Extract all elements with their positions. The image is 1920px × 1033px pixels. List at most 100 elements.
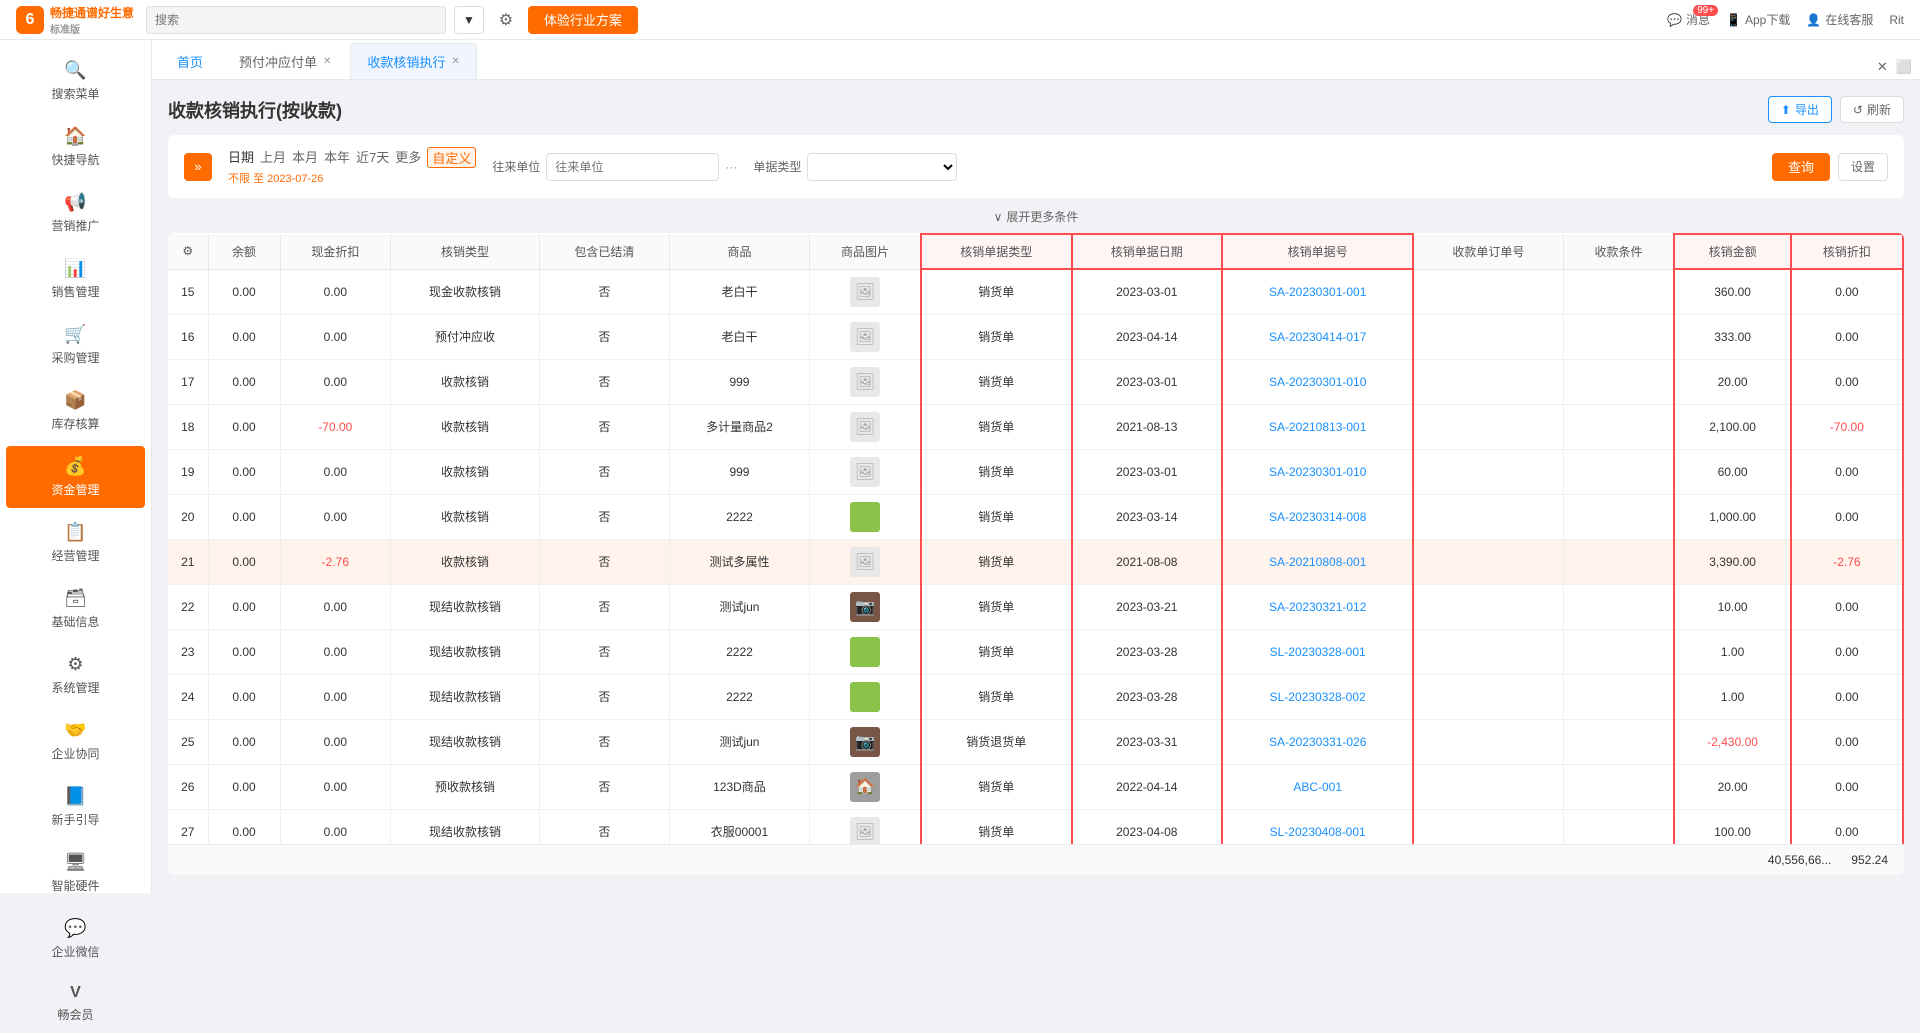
cell-bill-no[interactable]: SA-20210813-001 xyxy=(1222,404,1413,449)
tab-prepay-close[interactable]: ✕ xyxy=(323,56,331,67)
sidebar-item-system[interactable]: ⚙ 系统管理 xyxy=(6,644,145,706)
cell-bill-no[interactable]: SA-20230314-008 xyxy=(1222,494,1413,539)
date-7days[interactable]: 近7天 xyxy=(356,147,389,168)
user-name[interactable]: Rit xyxy=(1889,13,1904,27)
bill-no-link[interactable]: ABC-001 xyxy=(1293,780,1342,794)
query-btn[interactable]: 查询 xyxy=(1772,153,1830,181)
cell-bill-no[interactable]: SA-20230301-010 xyxy=(1222,449,1413,494)
cell-bill-no[interactable]: SA-20210808-001 xyxy=(1222,539,1413,584)
bill-no-link[interactable]: SA-20230301-010 xyxy=(1269,465,1366,479)
bill-no-link[interactable]: SA-20230331-026 xyxy=(1269,735,1366,749)
cell-amount: 10.00 xyxy=(1674,584,1790,629)
sidebar-item-inventory[interactable]: 📦 库存核算 xyxy=(6,380,145,442)
bill-no-link[interactable]: SA-20230301-010 xyxy=(1269,375,1366,389)
cell-discount: 0.00 xyxy=(1791,764,1903,809)
bill-no-link[interactable]: SA-20230414-017 xyxy=(1269,330,1366,344)
sidebar-item-hardware[interactable]: 🖥 智能硬件 xyxy=(6,842,145,904)
cell-receipt-order xyxy=(1413,359,1563,404)
cell-type: 现结收款核销 xyxy=(391,629,540,674)
table-row: 17 0.00 0.00 收款核销 否 999 🖼 销货单 2023-03-01… xyxy=(168,359,1903,404)
export-btn[interactable]: ⬆ 导出 xyxy=(1768,96,1832,123)
close-window-icon[interactable]: ✕ xyxy=(1877,59,1888,75)
online-service-btn[interactable]: 👤 在线客服 xyxy=(1806,11,1873,28)
industry-btn[interactable]: 体验行业方案 xyxy=(528,6,638,34)
tab-home[interactable]: 首页 xyxy=(160,43,220,79)
bill-no-link[interactable]: SA-20230301-001 xyxy=(1269,285,1366,299)
th-settings[interactable]: ⚙ xyxy=(168,234,208,269)
bill-no-link[interactable]: SA-20210808-001 xyxy=(1269,555,1366,569)
bill-no-link[interactable]: SA-20210813-001 xyxy=(1269,420,1366,434)
cell-receipt-order xyxy=(1413,539,1563,584)
date-this-year[interactable]: 本年 xyxy=(324,147,350,168)
filter-bar: » 日期 上月 本月 本年 近7天 更多 自定义 不限 至 2023-07-26 xyxy=(168,135,1904,198)
cell-cash-discount: -2.76 xyxy=(280,539,391,584)
sidebar-item-sales[interactable]: 📊 销售管理 xyxy=(6,248,145,310)
bill-no-link[interactable]: SL-20230328-002 xyxy=(1270,690,1366,704)
cell-bill-no[interactable]: SA-20230301-010 xyxy=(1222,359,1413,404)
gear-icon[interactable]: ⚙ xyxy=(492,6,520,34)
bill-type-select[interactable] xyxy=(807,153,957,181)
cell-receipt-order xyxy=(1413,494,1563,539)
sidebar-item-ops[interactable]: 📋 经营管理 xyxy=(6,512,145,574)
sidebar-item-collab[interactable]: 🤝 企业协同 xyxy=(6,710,145,772)
expand-more-btn[interactable]: ∨ 展开更多条件 xyxy=(168,208,1904,225)
sidebar-item-purchase[interactable]: 🛒 采购管理 xyxy=(6,314,145,376)
cell-discount: 0.00 xyxy=(1791,269,1903,314)
cell-cash-discount: 0.00 xyxy=(280,719,391,764)
tab-receipt[interactable]: 收款核销执行 ✕ xyxy=(350,43,476,79)
refresh-btn[interactable]: ↺ 刷新 xyxy=(1840,96,1904,123)
cell-bill-no[interactable]: SL-20230328-002 xyxy=(1222,674,1413,719)
tab-prepay[interactable]: 预付冲应付单 ✕ xyxy=(222,43,348,79)
tab-receipt-close[interactable]: ✕ xyxy=(451,56,459,67)
tab-bar: 首页 预付冲应付单 ✕ 收款核销执行 ✕ ✕ ⬜ xyxy=(152,40,1920,80)
message-btn[interactable]: 💬 消息 99+ xyxy=(1667,11,1710,28)
table-container: ⚙ 余额 现金折扣 核销类型 包含已结清 商品 商品图片 核销单据类型 核销单据… xyxy=(168,233,1904,875)
top-search-input[interactable] xyxy=(146,6,446,34)
cell-bill-no[interactable]: SA-20230301-001 xyxy=(1222,269,1413,314)
cell-receipt-order xyxy=(1413,809,1563,844)
settings-btn[interactable]: 设置 xyxy=(1838,153,1888,181)
bill-no-link[interactable]: SA-20230314-008 xyxy=(1269,510,1366,524)
bill-type-label: 单据类型 xyxy=(753,158,801,175)
bill-no-link[interactable]: SA-20230321-012 xyxy=(1269,600,1366,614)
filter-expand-btn[interactable]: » xyxy=(184,153,212,181)
sidebar-item-finance[interactable]: 💰 资金管理 xyxy=(6,446,145,508)
cell-discount: 0.00 xyxy=(1791,494,1903,539)
app-download-btn[interactable]: 📱 App下载 xyxy=(1726,11,1790,28)
date-last-month[interactable]: 上月 xyxy=(260,147,286,168)
cell-cash-discount: 0.00 xyxy=(280,269,391,314)
from-unit-input[interactable] xyxy=(546,153,719,181)
cell-bill-no[interactable]: SA-20230331-026 xyxy=(1222,719,1413,764)
top-bar-right: 💬 消息 99+ 📱 App下载 👤 在线客服 Rit xyxy=(1667,11,1904,28)
cell-receipt-order xyxy=(1413,404,1563,449)
sidebar-item-search[interactable]: 🔍 搜索菜单 xyxy=(6,50,145,112)
app-logo: 6 畅捷通谱好生意 标准版 xyxy=(16,4,134,36)
cell-receipt-cond xyxy=(1563,359,1674,404)
date-this-month[interactable]: 本月 xyxy=(292,147,318,168)
cell-goods-image xyxy=(810,674,921,719)
unit-dots[interactable]: ··· xyxy=(725,160,737,174)
date-more[interactable]: 更多 xyxy=(395,147,421,168)
maximize-icon[interactable]: ⬜ xyxy=(1896,59,1912,75)
cell-bill-no[interactable]: ABC-001 xyxy=(1222,764,1413,809)
sidebar-item-base[interactable]: 🗃 基础信息 xyxy=(6,578,145,640)
main-table: ⚙ 余额 现金折扣 核销类型 包含已结清 商品 商品图片 核销单据类型 核销单据… xyxy=(168,233,1904,844)
cell-bill-no[interactable]: SA-20230414-017 xyxy=(1222,314,1413,359)
date-custom[interactable]: 自定义 xyxy=(427,147,476,168)
th-bill-date: 核销单据日期 xyxy=(1072,234,1223,269)
sidebar-item-nav[interactable]: 🏠 快捷导航 xyxy=(6,116,145,178)
sidebar-item-marketing[interactable]: 📢 营销推广 xyxy=(6,182,145,244)
home-icon: 🏠 xyxy=(64,126,86,147)
sidebar-item-member[interactable]: V 畅会员 xyxy=(6,974,145,1033)
bill-no-link[interactable]: SL-20230408-001 xyxy=(1270,825,1366,839)
cell-bill-no[interactable]: SA-20230321-012 xyxy=(1222,584,1413,629)
cell-bill-no[interactable]: SL-20230328-001 xyxy=(1222,629,1413,674)
sidebar-item-guide[interactable]: 📘 新手引导 xyxy=(6,776,145,838)
dropdown-btn[interactable]: ▼ xyxy=(454,6,484,34)
from-unit-label: 往来单位 xyxy=(492,158,540,175)
bill-no-link[interactable]: SL-20230328-001 xyxy=(1270,645,1366,659)
inventory-icon: 📦 xyxy=(64,390,86,411)
cell-bill-no[interactable]: SL-20230408-001 xyxy=(1222,809,1413,844)
refresh-icon: ↺ xyxy=(1853,103,1863,117)
sidebar-item-wechat[interactable]: 💬 企业微信 xyxy=(6,908,145,970)
